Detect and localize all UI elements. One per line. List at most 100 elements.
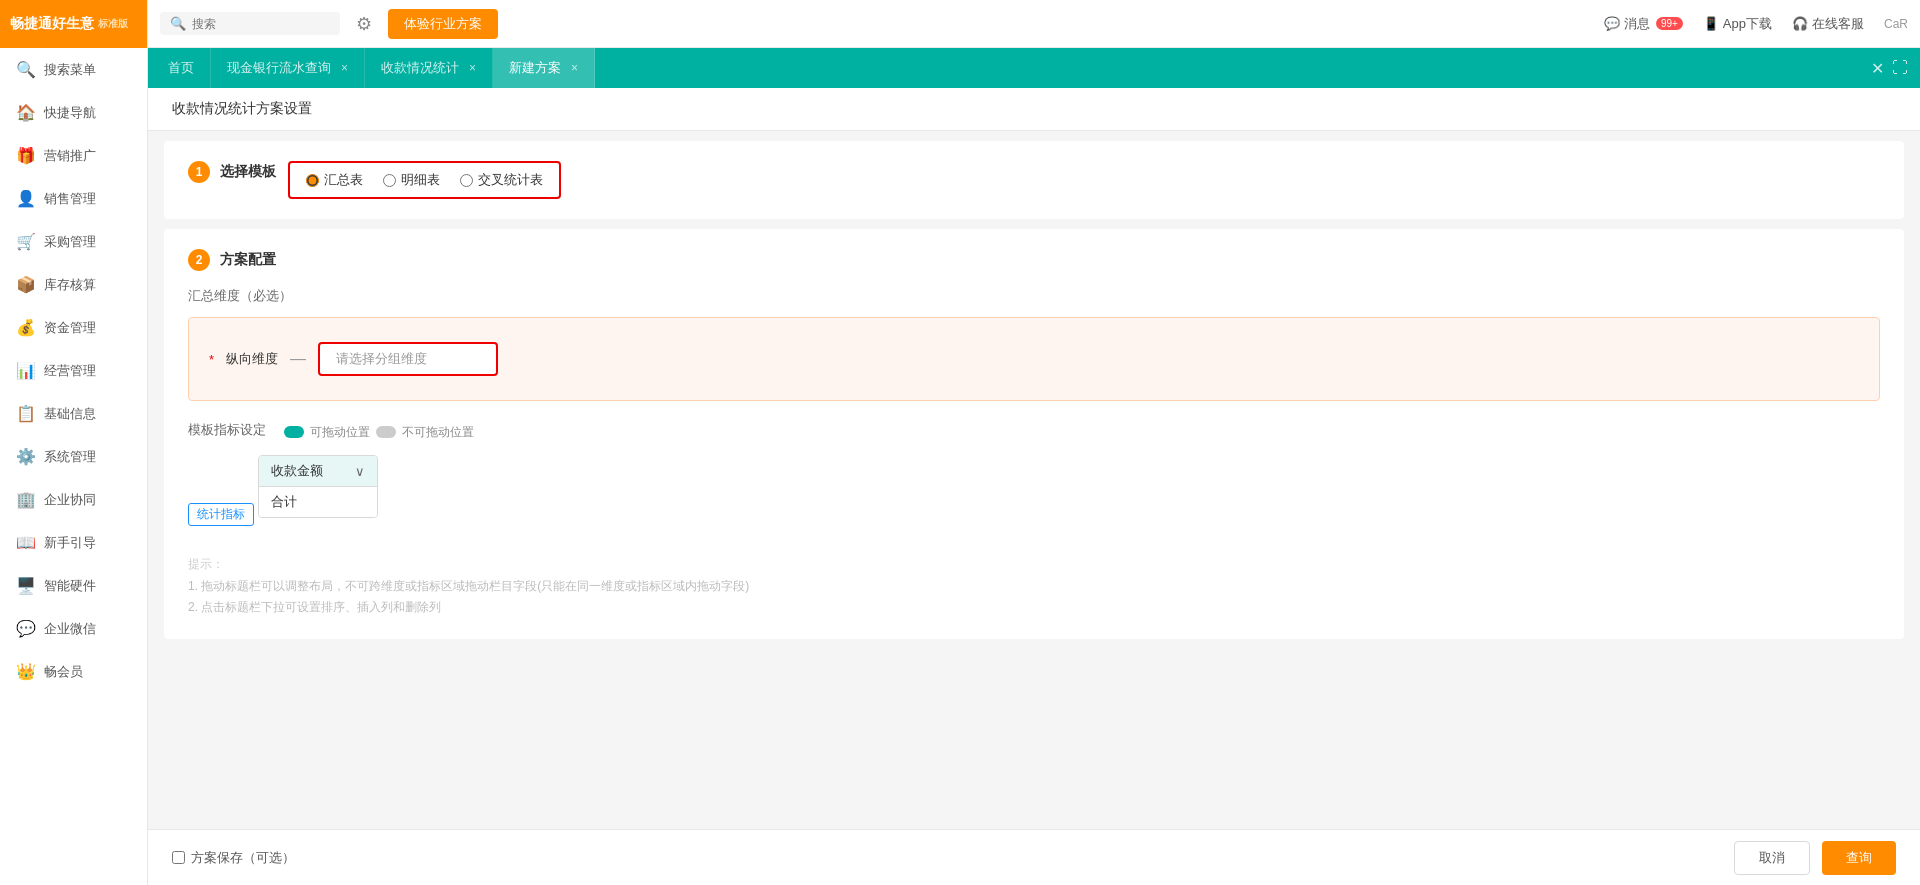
base-info-icon: 📋: [16, 404, 36, 423]
online-service-button[interactable]: 🎧 在线客服: [1792, 15, 1864, 33]
metrics-table: 收款金额 ∨ 合计: [258, 455, 378, 518]
save-plan-checkbox[interactable]: [172, 851, 185, 864]
step1-section: 1 选择模板 汇总表 明细表 交叉统计表: [164, 141, 1904, 219]
hardware-icon: 🖥️: [16, 576, 36, 595]
step2-label: 2 方案配置: [188, 249, 1880, 271]
metrics-chevron-icon[interactable]: ∨: [355, 464, 365, 479]
radio-cross-label: 交叉统计表: [478, 171, 543, 189]
sidebar-item-search-menu[interactable]: 🔍搜索菜单: [0, 48, 147, 91]
online-service-label: 在线客服: [1812, 15, 1864, 33]
sidebar-item-quick-nav[interactable]: 🏠快捷导航: [0, 91, 147, 134]
inventory-label: 库存核算: [44, 276, 96, 294]
step1-label: 1 选择模板: [188, 161, 276, 183]
dimension-area: * 纵向维度 — 请选择分组维度: [188, 317, 1880, 401]
main-area: 🔍 ⚙ 体验行业方案 💬 消息 99+ 📱 App下载 🎧 在线客服 CaR 首…: [148, 0, 1920, 885]
radio-summary[interactable]: 汇总表: [306, 171, 363, 189]
sidebar: 畅捷通好生意 标准版 🔍搜索菜单🏠快捷导航🎁营销推广👤销售管理🛒采购管理📦库存核…: [0, 0, 148, 885]
step2-circle: 2: [188, 249, 210, 271]
tab-label-receipt-stats: 收款情况统计: [381, 59, 459, 77]
metrics-body: 合计: [259, 487, 377, 517]
page-header: 收款情况统计方案设置: [148, 88, 1920, 131]
guide-label: 新手引导: [44, 534, 96, 552]
not-draggable-badge: [376, 426, 396, 438]
finance-icon: 💰: [16, 318, 36, 337]
radio-cross-input[interactable]: [460, 174, 473, 187]
message-icon: 💬: [1604, 16, 1620, 31]
metrics-section-title: 模板指标设定: [188, 421, 266, 439]
required-indicator: *: [209, 352, 214, 367]
search-input[interactable]: [192, 17, 322, 31]
sidebar-item-system[interactable]: ⚙️ 系统管理: [0, 435, 147, 478]
app-download-label: App下载: [1723, 15, 1772, 33]
guide-icon: 📖: [16, 533, 36, 552]
tab-new-plan[interactable]: 新建方案×: [493, 48, 595, 88]
app-icon: 📱: [1703, 16, 1719, 31]
tab-label-home: 首页: [168, 59, 194, 77]
message-button[interactable]: 💬 消息 99+: [1604, 15, 1683, 33]
radio-detail-label: 明细表: [401, 171, 440, 189]
radio-cross[interactable]: 交叉统计表: [460, 171, 543, 189]
metrics-label-badge: 统计指标: [188, 503, 254, 526]
purchase-icon: 🛒: [16, 232, 36, 251]
tab-close-cash-query[interactable]: ×: [341, 61, 348, 75]
message-label: 消息: [1624, 15, 1650, 33]
system-label: 系统管理: [44, 448, 96, 466]
radio-summary-input[interactable]: [306, 174, 319, 187]
cancel-button[interactable]: 取消: [1734, 841, 1810, 875]
search-menu-label: 搜索菜单: [44, 61, 96, 79]
service-icon: 🎧: [1792, 16, 1808, 31]
dim-select-dropdown[interactable]: 请选择分组维度: [318, 342, 498, 376]
arrow-icon: —: [290, 350, 306, 368]
marketing-icon: 🎁: [16, 146, 36, 165]
tab-close-new-plan[interactable]: ×: [571, 61, 578, 75]
tips-section: 提示： 1. 拖动标题栏可以调整布局，不可跨维度或指标区域拖动栏目字段(只能在同…: [188, 554, 1880, 619]
save-plan-checkbox-label[interactable]: 方案保存（可选）: [172, 849, 295, 867]
hardware-label: 智能硬件: [44, 577, 96, 595]
tab-bar: 首页现金银行流水查询×收款情况统计×新建方案× ✕ ⛶: [148, 48, 1920, 88]
metrics-header-label: 收款金额: [271, 462, 323, 480]
enterprise-icon: 🏢: [16, 490, 36, 509]
sidebar-item-finance[interactable]: 💰 资金管理: [0, 306, 147, 349]
sidebar-item-sales[interactable]: 👤销售管理: [0, 177, 147, 220]
sidebar-item-operations[interactable]: 📊经营管理: [0, 349, 147, 392]
tabs-actions: ✕ ⛶: [1871, 59, 1920, 78]
sidebar-item-guide[interactable]: 📖 新手引导: [0, 521, 147, 564]
member-label: 畅会员: [44, 663, 83, 681]
content-area: 收款情况统计方案设置 1 选择模板 汇总表 明细表: [148, 88, 1920, 885]
trial-industry-button[interactable]: 体验行业方案: [388, 9, 498, 39]
quick-nav-icon: 🏠: [16, 103, 36, 122]
header-search-box[interactable]: 🔍: [160, 12, 340, 35]
settings-icon[interactable]: ⚙: [356, 13, 372, 35]
draggable-label: 可拖动位置: [310, 424, 370, 441]
sales-label: 销售管理: [44, 190, 96, 208]
save-plan-label: 方案保存（可选）: [191, 849, 295, 867]
sidebar-item-member[interactable]: 👑畅会员: [0, 650, 147, 693]
radio-detail-input[interactable]: [383, 174, 396, 187]
step1-circle: 1: [188, 161, 210, 183]
tab-cash-query[interactable]: 现金银行流水查询×: [211, 48, 365, 88]
wechat-label: 企业微信: [44, 620, 96, 638]
tab-home[interactable]: 首页: [148, 48, 211, 88]
close-window-icon[interactable]: ✕: [1871, 59, 1884, 78]
vertical-dim-label: 纵向维度: [226, 350, 278, 368]
dimension-section-title: 汇总维度（必选）: [188, 287, 1880, 305]
vertical-dim-row: * 纵向维度 — 请选择分组维度: [209, 342, 1859, 376]
tab-receipt-stats[interactable]: 收款情况统计 ×: [365, 48, 493, 88]
system-icon: ⚙️: [16, 447, 36, 466]
query-button[interactable]: 查询: [1822, 841, 1896, 875]
tip-item-2: 2. 点击标题栏下拉可设置排序、插入列和删除列: [188, 597, 1880, 619]
sidebar-item-enterprise[interactable]: 🏢企业协同: [0, 478, 147, 521]
sidebar-item-hardware[interactable]: 🖥️ 智能硬件: [0, 564, 147, 607]
sidebar-item-purchase[interactable]: 🛒采购管理: [0, 220, 147, 263]
app-download-button[interactable]: 📱 App下载: [1703, 15, 1772, 33]
sidebar-item-marketing[interactable]: 🎁营销推广: [0, 134, 147, 177]
sidebar-item-base-info[interactable]: 📋基础信息: [0, 392, 147, 435]
sidebar-item-wechat[interactable]: 💬 企业微信: [0, 607, 147, 650]
wechat-icon: 💬: [16, 619, 36, 638]
radio-detail[interactable]: 明细表: [383, 171, 440, 189]
sidebar-logo-text: 畅捷通好生意: [10, 15, 94, 33]
sidebar-item-inventory[interactable]: 📦库存核算: [0, 263, 147, 306]
tab-close-receipt-stats[interactable]: ×: [469, 61, 476, 75]
finance-label: 资金管理: [44, 319, 96, 337]
expand-icon[interactable]: ⛶: [1892, 59, 1908, 77]
